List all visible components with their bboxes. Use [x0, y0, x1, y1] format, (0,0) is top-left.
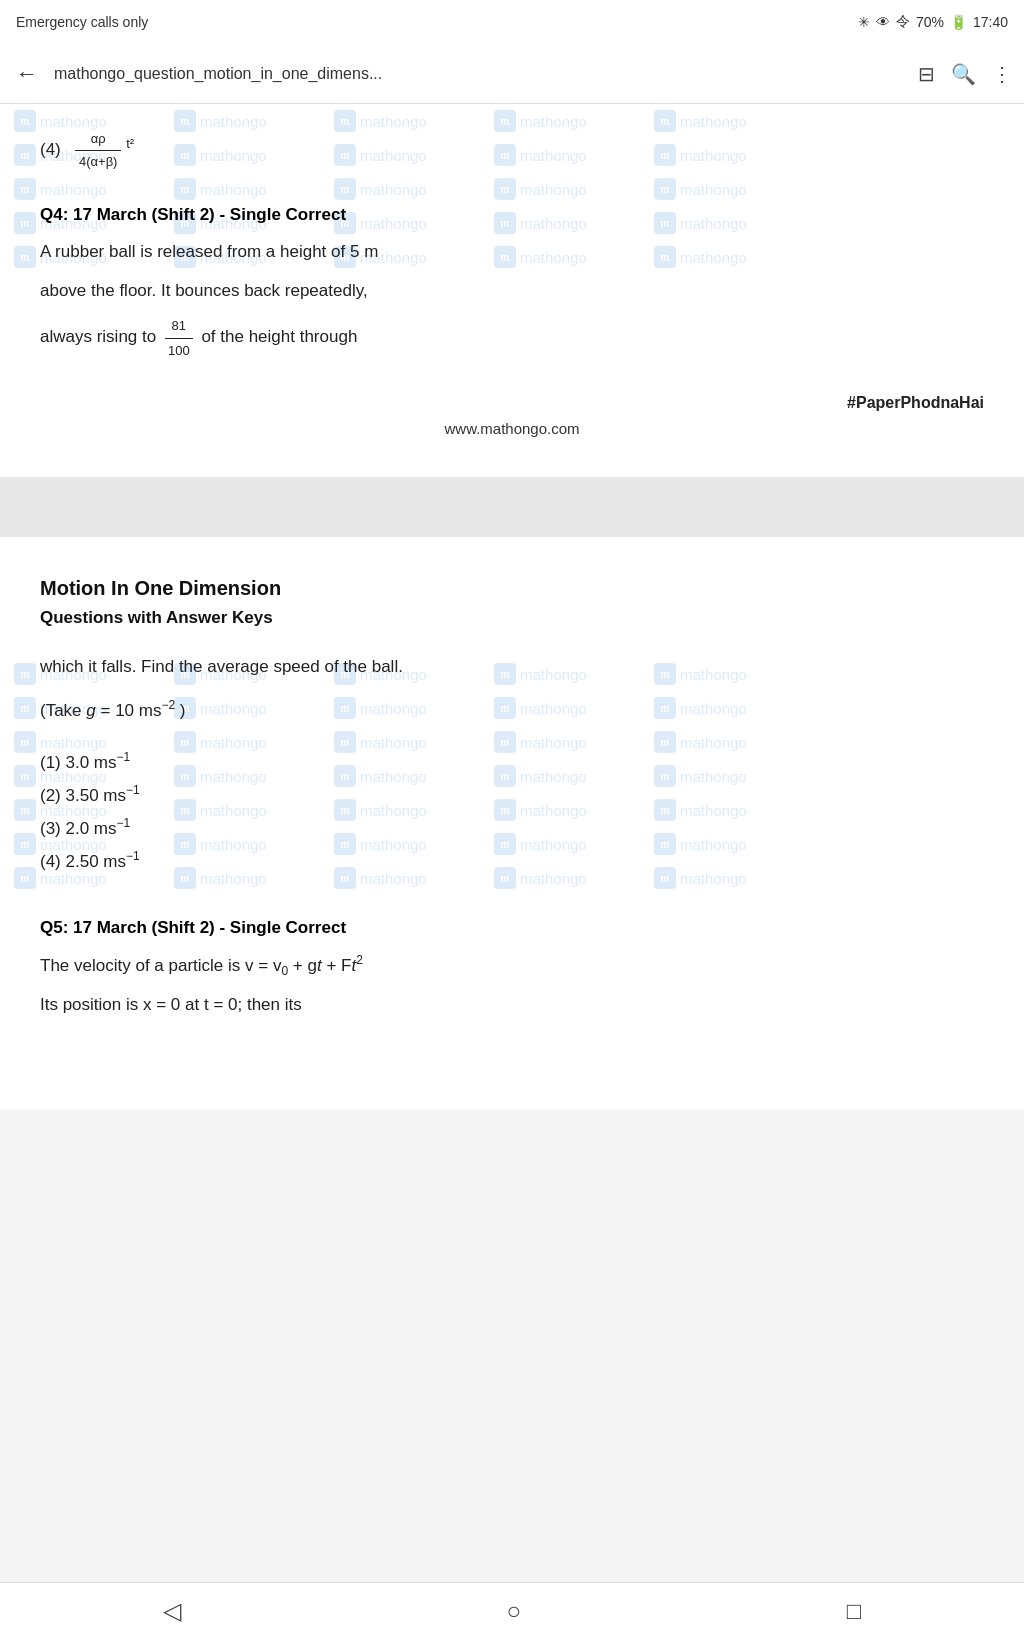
nav-recents-button[interactable]: □	[823, 1589, 886, 1633]
status-emergency: Emergency calls only	[16, 14, 148, 30]
fraction-81-100: 81 100	[165, 314, 193, 362]
formula-exponent: t²	[126, 136, 134, 151]
back-button[interactable]: ←	[12, 57, 42, 91]
option-2: (2) 3.50 ms−1	[40, 779, 984, 812]
battery-icon: 🔋	[950, 14, 967, 30]
page-separator	[0, 489, 1024, 537]
formula-fraction: αρ 4(α+β)	[75, 128, 121, 173]
q4-label: Q4: 17 March (Shift 2) - Single Correct	[40, 205, 984, 225]
upper-page-footer: #PaperPhodnaHai www.mathongo.com	[40, 394, 984, 437]
upper-page: mmathongo mmathongo mmathongo mmathongo …	[0, 104, 1024, 489]
website: www.mathongo.com	[40, 420, 984, 437]
q4-text3-post: of the height through	[201, 328, 357, 347]
section-title: Motion In One Dimension	[40, 577, 984, 600]
bluetooth-icon: ✳	[858, 14, 870, 30]
wifi-icon: 令	[896, 13, 910, 31]
option-4: (4) 2.50 ms−1	[40, 845, 984, 878]
document-icon[interactable]: ⊟	[918, 62, 935, 86]
lower-page: mmathongo mmathongo mmathongo mmathongo …	[0, 537, 1024, 1109]
bottom-nav: ◁ ○ □	[0, 1582, 1024, 1638]
take-g-line: (Take g = 10 ms−2 )	[40, 695, 984, 726]
q5-text2: Its position is x = 0 at t = 0; then its	[40, 990, 984, 1021]
continuation-text: which it falls. Find the average speed o…	[40, 652, 984, 683]
status-bar: Emergency calls only ✳ 👁 令 70% 🔋 17:40	[0, 0, 1024, 44]
q4-text3-pre: always rising to	[40, 328, 156, 347]
battery-indicator: 70%	[916, 14, 944, 30]
status-right: ✳ 👁 令 70% 🔋 17:40	[858, 13, 1008, 31]
q4-text1: A rubber ball is released from a height …	[40, 237, 984, 268]
options-list: (1) 3.0 ms−1 (2) 3.50 ms−1 (3) 2.0 ms−1 …	[40, 746, 984, 878]
q4-text3: always rising to 81 100 of the height th…	[40, 314, 984, 362]
nav-bar: ← mathongo_question_motion_in_one_dimens…	[0, 44, 1024, 104]
search-icon[interactable]: 🔍	[951, 62, 976, 86]
lower-content: Motion In One Dimension Questions with A…	[40, 577, 984, 1021]
q5-text1: The velocity of a particle is v = v0 + g…	[40, 950, 984, 983]
q5-label: Q5: 17 March (Shift 2) - Single Correct	[40, 918, 984, 938]
option-1: (1) 3.0 ms−1	[40, 746, 984, 779]
nav-icons: ⊟ 🔍 ⋮	[918, 62, 1012, 86]
more-options-icon[interactable]: ⋮	[992, 62, 1012, 86]
option-3: (3) 2.0 ms−1	[40, 812, 984, 845]
question-block-q4: Q4: 17 March (Shift 2) - Single Correct …	[40, 205, 984, 362]
formula-number: (4)	[40, 140, 70, 159]
nav-home-button[interactable]: ○	[482, 1589, 545, 1633]
hashtag: #PaperPhodnaHai	[40, 394, 984, 412]
section-subtitle: Questions with Answer Keys	[40, 608, 984, 628]
time-display: 17:40	[973, 14, 1008, 30]
question-block-q5: Q5: 17 March (Shift 2) - Single Correct …	[40, 918, 984, 1021]
nav-back-button[interactable]: ◁	[139, 1589, 205, 1633]
page-title: mathongo_question_motion_in_one_dimens..…	[54, 65, 906, 83]
q4-text2: above the floor. It bounces back repeate…	[40, 276, 984, 307]
formula-line: (4) αρ 4(α+β) t²	[40, 128, 984, 173]
eye-icon: 👁	[876, 14, 890, 30]
